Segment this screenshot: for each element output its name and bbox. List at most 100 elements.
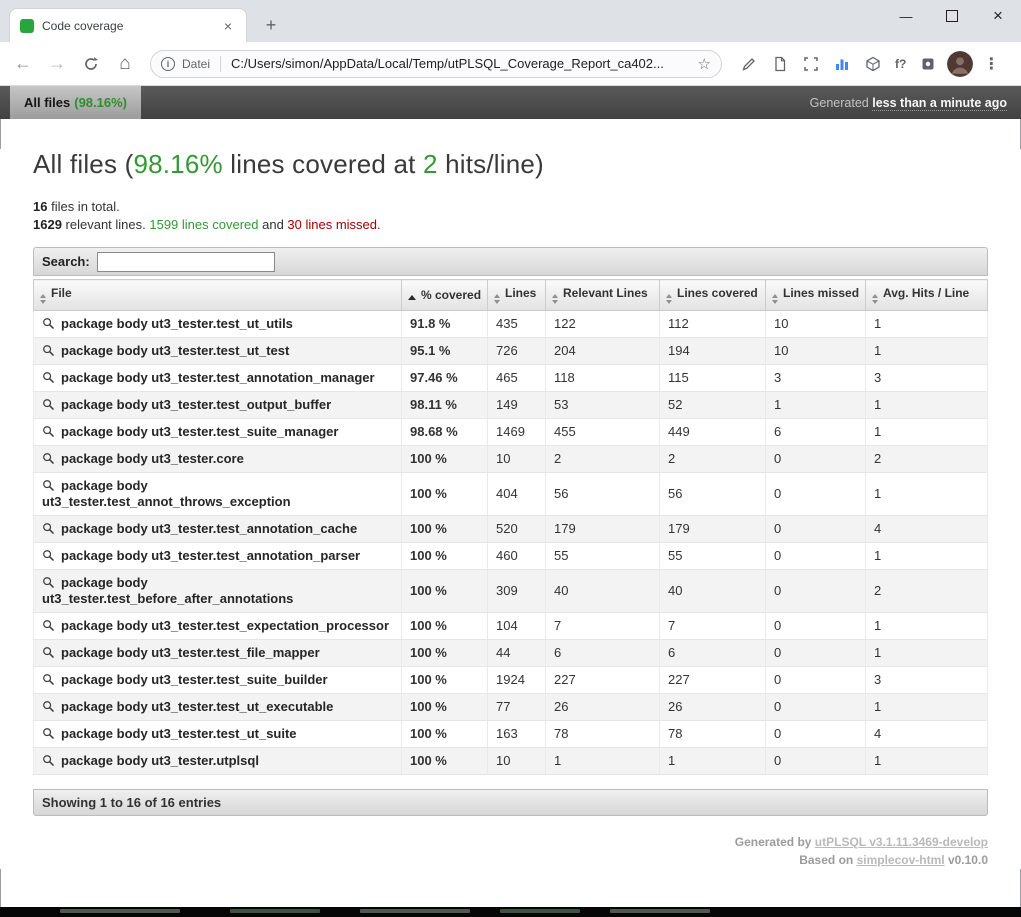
file-row[interactable]: package body ut3_tester.test_ut_utils91.… xyxy=(34,311,988,338)
magnifier-icon xyxy=(42,619,55,632)
document-extension-icon[interactable] xyxy=(771,55,789,73)
column-header-avg_hits[interactable]: Avg. Hits / Line xyxy=(866,280,988,311)
lines-missed-cell: 10 xyxy=(766,311,866,338)
file-row[interactable]: package body ut3_tester.test_ut_suite100… xyxy=(34,721,988,748)
coverage-favicon xyxy=(20,19,34,33)
all-files-tab[interactable]: All files (98.16%) xyxy=(10,86,141,119)
avg-hits-cell: 1 xyxy=(866,392,988,419)
maximize-button[interactable] xyxy=(929,0,975,32)
file-row[interactable]: package body ut3_tester.test_annotation_… xyxy=(34,543,988,570)
file-row[interactable]: package body ut3_tester.test_annotation_… xyxy=(34,516,988,543)
file-cell[interactable]: package body ut3_tester.test_ut_executab… xyxy=(34,694,402,721)
generator-link[interactable]: utPLSQL v3.1.11.3469-develop xyxy=(815,835,988,849)
file-name: package body ut3_tester.test_suite_manag… xyxy=(61,424,338,439)
reload-icon[interactable] xyxy=(76,49,106,79)
column-header-lines[interactable]: Lines xyxy=(488,280,546,311)
magnifier-icon xyxy=(42,479,55,492)
home-icon[interactable]: ⌂ xyxy=(110,49,140,79)
info-icon[interactable]: i xyxy=(161,57,175,71)
lines-missed-cell: 0 xyxy=(766,721,866,748)
address-bar[interactable]: i Datei C:/Users/simon/AppData/Local/Tem… xyxy=(150,50,722,78)
minimize-button[interactable]: — xyxy=(883,0,929,32)
file-row[interactable]: package body ut3_tester.utplsql100 %1011… xyxy=(34,748,988,775)
pen-extension-icon[interactable] xyxy=(740,55,758,73)
file-cell[interactable]: package body ut3_tester.test_output_buff… xyxy=(34,392,402,419)
file-name: package body ut3_tester.test_expectation… xyxy=(61,618,389,633)
file-row[interactable]: package body ut3_tester.test_before_afte… xyxy=(34,570,988,613)
new-tab-button[interactable]: + xyxy=(258,12,284,38)
relevant-lines-cell: 40 xyxy=(546,570,660,613)
package-extension-icon[interactable] xyxy=(864,55,882,73)
lines-cell: 77 xyxy=(488,694,546,721)
file-row[interactable]: package body ut3_tester.test_suite_manag… xyxy=(34,419,988,446)
forward-icon[interactable]: → xyxy=(42,49,72,79)
file-cell[interactable]: package body ut3_tester.test_annotation_… xyxy=(34,543,402,570)
column-header-file[interactable]: File xyxy=(34,280,402,311)
file-cell[interactable]: package body ut3_tester.test_annotation_… xyxy=(34,516,402,543)
lines-covered-cell: 78 xyxy=(660,721,766,748)
puzzle-extension-icon[interactable] xyxy=(919,55,937,73)
simplecov-link[interactable]: simplecov-html xyxy=(857,853,945,867)
file-cell[interactable]: package body ut3_tester.test_annotation_… xyxy=(34,365,402,392)
close-button[interactable]: × xyxy=(975,0,1021,32)
file-row[interactable]: package body ut3_tester.core100 %102202 xyxy=(34,446,988,473)
file-cell[interactable]: package body ut3_tester.test_ut_utils xyxy=(34,311,402,338)
chart-bars-extension-icon[interactable] xyxy=(833,55,851,73)
file-cell[interactable]: package body ut3_tester.test_before_afte… xyxy=(34,570,402,613)
file-cell[interactable]: package body ut3_tester.test_annot_throw… xyxy=(34,473,402,516)
column-header-lines_covered[interactable]: Lines covered xyxy=(660,280,766,311)
bookmark-star-icon[interactable]: ☆ xyxy=(698,55,711,73)
lines-cell: 10 xyxy=(488,446,546,473)
relevant-lines-cell: 1 xyxy=(546,748,660,775)
file-row[interactable]: package body ut3_tester.test_annotation_… xyxy=(34,365,988,392)
back-icon[interactable]: ← xyxy=(8,49,38,79)
avg-hits-cell: 1 xyxy=(866,473,988,516)
column-label: Lines xyxy=(505,286,536,300)
relevant-lines-cell: 56 xyxy=(546,473,660,516)
file-row[interactable]: package body ut3_tester.test_suite_build… xyxy=(34,667,988,694)
browser-menu-icon[interactable]: ⋮ xyxy=(981,54,1001,74)
url-text: C:/Users/simon/AppData/Local/Temp/utPLSQ… xyxy=(231,56,690,71)
simplecov-version: v0.10.0 xyxy=(948,853,988,867)
file-cell[interactable]: package body ut3_tester.test_ut_suite xyxy=(34,721,402,748)
avg-hits-cell: 1 xyxy=(866,694,988,721)
file-cell[interactable]: package body ut3_tester.core xyxy=(34,446,402,473)
capture-extension-icon[interactable] xyxy=(802,55,820,73)
browser-tab[interactable]: Code coverage × xyxy=(9,8,247,42)
column-header-covered[interactable]: % covered xyxy=(402,280,488,311)
sort-both-icon xyxy=(494,294,500,304)
magnifier-icon xyxy=(42,673,55,686)
covered-pct-cell: 91.8 % xyxy=(402,311,488,338)
search-input[interactable] xyxy=(97,252,275,272)
covered-pct-cell: 95.1 % xyxy=(402,338,488,365)
files-total-line: 16 files in total. xyxy=(33,198,988,216)
lines-cell: 44 xyxy=(488,640,546,667)
file-cell[interactable]: package body ut3_tester.test_suite_build… xyxy=(34,667,402,694)
tab-close-icon[interactable]: × xyxy=(220,17,236,35)
lines-covered-cell: 2 xyxy=(660,446,766,473)
file-cell[interactable]: package body ut3_tester.test_file_mapper xyxy=(34,640,402,667)
file-row[interactable]: package body ut3_tester.test_annot_throw… xyxy=(34,473,988,516)
fsharp-extension-icon[interactable]: f? xyxy=(895,55,906,73)
file-row[interactable]: package body ut3_tester.test_output_buff… xyxy=(34,392,988,419)
maximize-icon xyxy=(946,10,958,22)
file-row[interactable]: package body ut3_tester.test_file_mapper… xyxy=(34,640,988,667)
file-row[interactable]: package body ut3_tester.test_ut_executab… xyxy=(34,694,988,721)
file-row[interactable]: package body ut3_tester.test_expectation… xyxy=(34,613,988,640)
column-header-relevant[interactable]: Relevant Lines xyxy=(546,280,660,311)
avg-hits-cell: 4 xyxy=(866,721,988,748)
column-header-lines_missed[interactable]: Lines missed xyxy=(766,280,866,311)
file-row[interactable]: package body ut3_tester.test_ut_test95.1… xyxy=(34,338,988,365)
title-text: All files ( xyxy=(33,149,133,179)
file-cell[interactable]: package body ut3_tester.test_suite_manag… xyxy=(34,419,402,446)
profile-avatar[interactable] xyxy=(947,51,973,77)
file-cell[interactable]: package body ut3_tester.test_expectation… xyxy=(34,613,402,640)
lines-missed-cell: 0 xyxy=(766,516,866,543)
lines-covered-cell: 179 xyxy=(660,516,766,543)
lines-missed-cell: 1 xyxy=(766,392,866,419)
lines-missed-cell: 0 xyxy=(766,543,866,570)
file-cell[interactable]: package body ut3_tester.test_ut_test xyxy=(34,338,402,365)
title-text-mid: lines covered at xyxy=(223,149,423,179)
file-cell[interactable]: package body ut3_tester.utplsql xyxy=(34,748,402,775)
relevant-lines-cell: 26 xyxy=(546,694,660,721)
